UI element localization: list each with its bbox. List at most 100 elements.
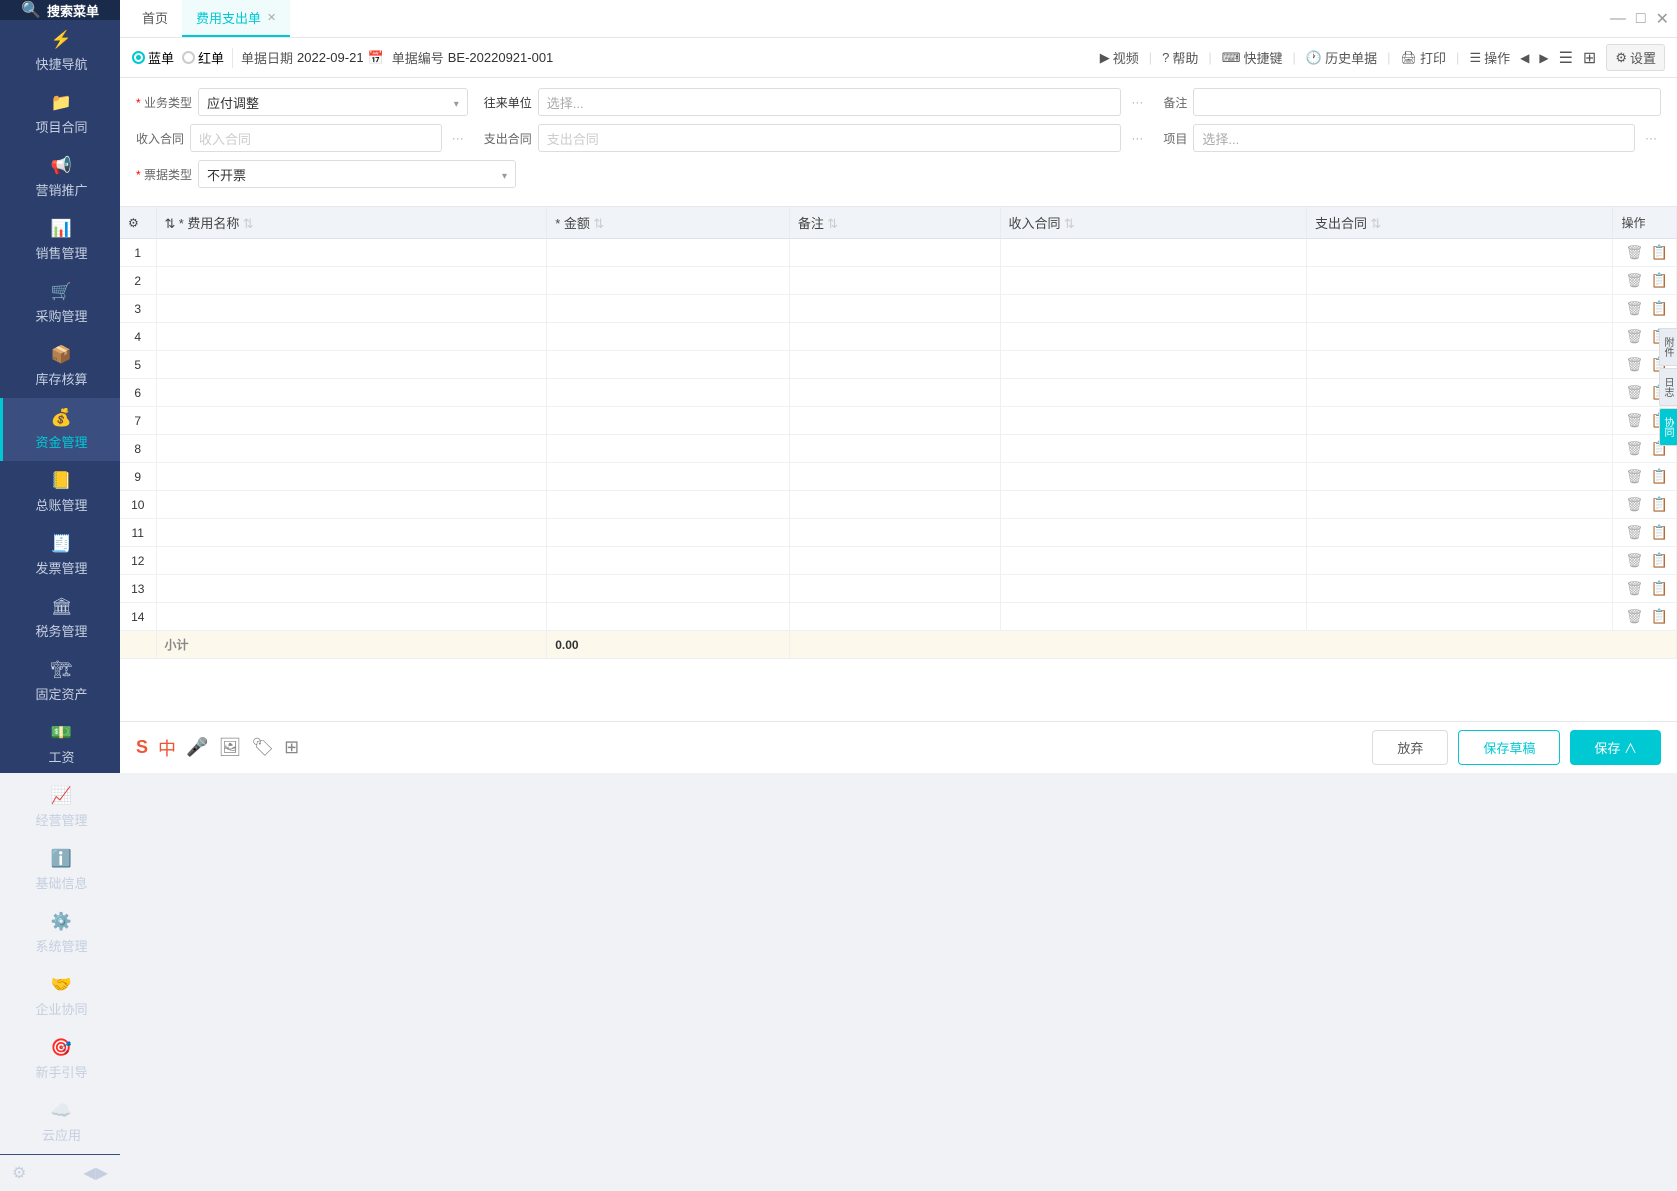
invoice-type-select[interactable]: 不开票 — [198, 160, 516, 188]
counterpart-input[interactable]: 选择... — [538, 88, 1122, 116]
row-amount-5[interactable] — [547, 351, 790, 379]
row-copy-10[interactable]: 📋 — [1651, 496, 1668, 512]
row-income-contract-9[interactable] — [1000, 463, 1306, 491]
row-expense-contract-1[interactable] — [1306, 239, 1612, 267]
row-income-contract-5[interactable] — [1000, 351, 1306, 379]
row-income-contract-8[interactable] — [1000, 435, 1306, 463]
sidebar-item-inventory[interactable]: 📦 库存核算 — [0, 335, 120, 398]
row-expense-name-4[interactable] — [156, 323, 547, 351]
discard-button[interactable]: 放弃 — [1372, 730, 1448, 765]
radio-blue[interactable]: 蓝单 — [132, 48, 174, 67]
row-expense-contract-7[interactable] — [1306, 407, 1612, 435]
row-expense-contract-12[interactable] — [1306, 547, 1612, 575]
tab-expense-close[interactable]: ✕ — [267, 11, 276, 24]
row-expense-contract-11[interactable] — [1306, 519, 1612, 547]
row-note-13[interactable] — [789, 575, 1000, 603]
row-income-contract-1[interactable] — [1000, 239, 1306, 267]
row-expense-name-14[interactable] — [156, 603, 547, 631]
sidebar-item-quick-nav[interactable]: ⚡ 快捷导航 — [0, 20, 120, 83]
row-expense-name-12[interactable] — [156, 547, 547, 575]
tab-home[interactable]: 首页 — [128, 0, 182, 37]
nav-next[interactable]: ▶ — [1539, 51, 1548, 65]
row-delete-11[interactable]: 🗑 — [1625, 524, 1643, 540]
row-expense-name-7[interactable] — [156, 407, 547, 435]
row-expense-name-3[interactable] — [156, 295, 547, 323]
th-expense-contract[interactable]: 支出合同 ⇅ — [1306, 207, 1612, 239]
row-amount-10[interactable] — [547, 491, 790, 519]
nav-prev[interactable]: ◀ — [1520, 51, 1529, 65]
operations-action[interactable]: ☰ 操作 — [1469, 48, 1510, 67]
row-delete-14[interactable]: 🗑 — [1625, 608, 1643, 624]
sidebar-item-marketing[interactable]: 📢 营销推广 — [0, 146, 120, 209]
th-expense-name[interactable]: ⇅ * 费用名称 ⇅ — [156, 207, 547, 239]
th-note[interactable]: 备注 ⇅ — [789, 207, 1000, 239]
settings-icon[interactable]: ⚙ — [12, 1163, 26, 1183]
row-expense-name-9[interactable] — [156, 463, 547, 491]
image-icon[interactable]: 🖼 — [218, 737, 241, 758]
row-income-contract-6[interactable] — [1000, 379, 1306, 407]
row-note-7[interactable] — [789, 407, 1000, 435]
minimize-button[interactable]: — — [1610, 10, 1626, 28]
sidebar-item-purchase[interactable]: 🛒 采购管理 — [0, 272, 120, 335]
row-amount-1[interactable] — [547, 239, 790, 267]
row-note-3[interactable] — [789, 295, 1000, 323]
row-amount-8[interactable] — [547, 435, 790, 463]
row-delete-3[interactable]: 🗑 — [1625, 300, 1643, 316]
row-delete-7[interactable]: 🗑 — [1625, 412, 1643, 428]
row-note-4[interactable] — [789, 323, 1000, 351]
row-amount-2[interactable] — [547, 267, 790, 295]
row-amount-7[interactable] — [547, 407, 790, 435]
row-delete-9[interactable]: 🗑 — [1625, 468, 1643, 484]
save-button[interactable]: 保存 ∧ — [1570, 730, 1661, 765]
sidebar-item-system[interactable]: ⚙️ 系统管理 — [0, 902, 120, 965]
float-tab-assist[interactable]: 协同 — [1659, 408, 1677, 446]
sidebar-item-cloud[interactable]: ☁️ 云应用 — [0, 1091, 120, 1154]
row-delete-2[interactable]: 🗑 — [1625, 272, 1643, 288]
sidebar-item-accounting[interactable]: 📒 总账管理 — [0, 461, 120, 524]
row-note-1[interactable] — [789, 239, 1000, 267]
row-note-12[interactable] — [789, 547, 1000, 575]
row-delete-12[interactable]: 🗑 — [1625, 552, 1643, 568]
calendar-icon[interactable]: 📅 — [368, 50, 384, 66]
row-income-contract-14[interactable] — [1000, 603, 1306, 631]
view-grid[interactable]: ⊞ — [1583, 48, 1596, 68]
row-amount-3[interactable] — [547, 295, 790, 323]
row-copy-9[interactable]: 📋 — [1651, 468, 1668, 484]
row-income-contract-7[interactable] — [1000, 407, 1306, 435]
row-copy-1[interactable]: 📋 — [1651, 244, 1668, 260]
sidebar-item-tax[interactable]: 🏛 税务管理 — [0, 587, 120, 650]
row-amount-9[interactable] — [547, 463, 790, 491]
income-contract-input[interactable]: 收入合同 — [190, 124, 442, 152]
volume-icon[interactable]: ◀▶ — [83, 1163, 108, 1183]
row-expense-name-1[interactable] — [156, 239, 547, 267]
sidebar-item-payroll[interactable]: 💵 工资 — [0, 713, 120, 776]
row-expense-contract-8[interactable] — [1306, 435, 1612, 463]
th-income-contract[interactable]: 收入合同 ⇅ — [1000, 207, 1306, 239]
view-list[interactable]: ☰ — [1559, 48, 1573, 68]
row-note-2[interactable] — [789, 267, 1000, 295]
row-copy-13[interactable]: 📋 — [1651, 580, 1668, 596]
row-copy-11[interactable]: 📋 — [1651, 524, 1668, 540]
sidebar-item-business[interactable]: 📈 经营管理 — [0, 776, 120, 839]
row-delete-8[interactable]: 🗑 — [1625, 440, 1643, 456]
tab-expense[interactable]: 费用支出单 ✕ — [182, 0, 290, 37]
sidebar-item-sales[interactable]: 📊 销售管理 — [0, 209, 120, 272]
row-income-contract-11[interactable] — [1000, 519, 1306, 547]
zhong-icon[interactable]: 中 — [158, 735, 176, 761]
th-amount[interactable]: * 金额 ⇅ — [547, 207, 790, 239]
sidebar-item-invoice[interactable]: 🧾 发票管理 — [0, 524, 120, 587]
row-copy-3[interactable]: 📋 — [1651, 300, 1668, 316]
remark-input[interactable] — [1193, 88, 1661, 116]
row-copy-2[interactable]: 📋 — [1651, 272, 1668, 288]
row-income-contract-3[interactable] — [1000, 295, 1306, 323]
settings-button[interactable]: ⚙ 设置 — [1606, 44, 1665, 71]
row-expense-contract-2[interactable] — [1306, 267, 1612, 295]
row-copy-12[interactable]: 📋 — [1651, 552, 1668, 568]
row-note-9[interactable] — [789, 463, 1000, 491]
row-delete-6[interactable]: 🗑 — [1625, 384, 1643, 400]
row-amount-6[interactable] — [547, 379, 790, 407]
sidebar-item-capital[interactable]: 💰 资金管理 — [0, 398, 120, 461]
th-gear[interactable]: ⚙ — [120, 207, 156, 239]
tag-icon[interactable]: 🏷 — [251, 737, 274, 758]
row-income-contract-13[interactable] — [1000, 575, 1306, 603]
